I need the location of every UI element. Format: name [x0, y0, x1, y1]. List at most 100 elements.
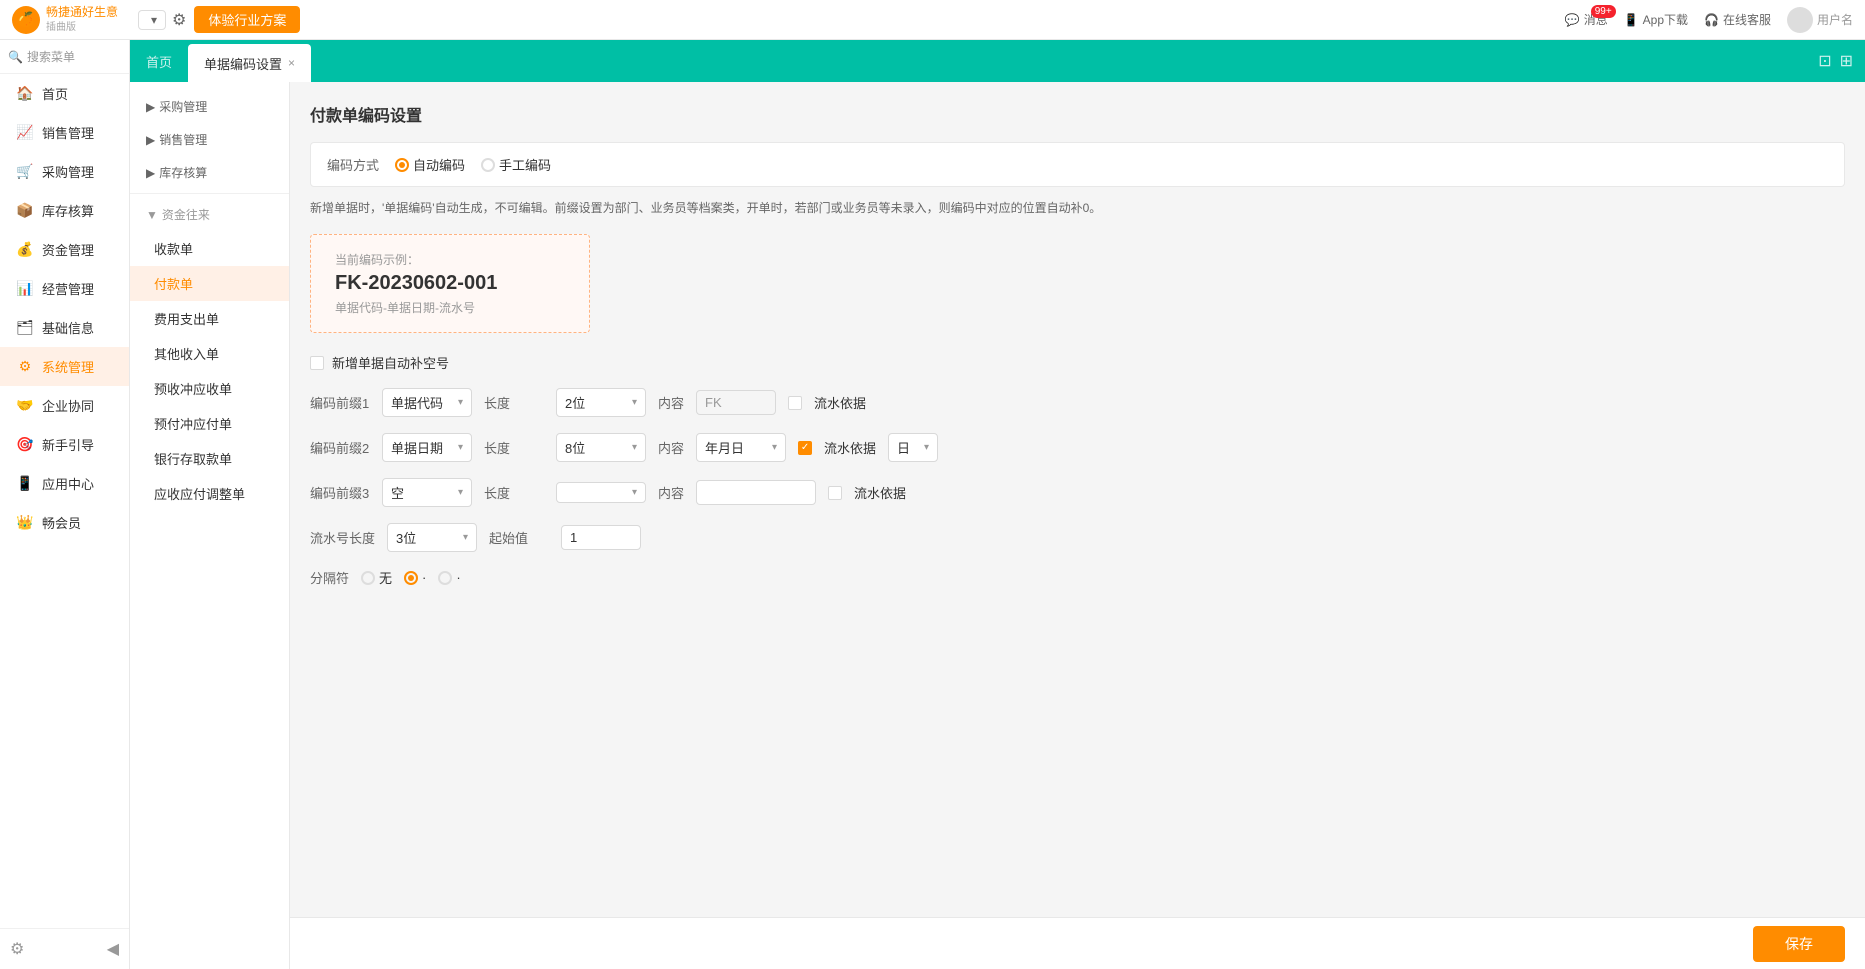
content1-input[interactable]	[696, 390, 776, 415]
serial1-checkbox[interactable]	[788, 396, 802, 410]
search-icon: 🔍	[8, 50, 23, 64]
auto-fill-label: 新增单据自动补空号	[332, 353, 449, 372]
sidebar-item-newguide[interactable]: 🎯 新手引导	[0, 425, 129, 464]
sidebar-item-appcenter[interactable]: 📱 应用中心	[0, 464, 129, 503]
menu-group-purchase-arrow: ▶	[146, 100, 155, 114]
tab-home[interactable]: 首页	[130, 40, 188, 82]
auto-fill-checkbox[interactable]	[310, 356, 324, 370]
length2-select[interactable]: 8位	[556, 433, 646, 462]
separator-label: 分隔符	[310, 568, 349, 587]
serial-length-select[interactable]: 3位	[387, 523, 477, 552]
topbar: 🍊 畅捷通好生意 插曲版 ▾ ⚙ 体验行业方案 💬 消息 99+ 📱 App下载…	[0, 0, 1865, 40]
sidebar-item-inventory[interactable]: 📦 库存核算	[0, 191, 129, 230]
content3-input[interactable]	[696, 480, 816, 505]
tab-encoding-settings[interactable]: 单据编码设置 ×	[188, 44, 311, 82]
menu-group-inventory[interactable]: ▶ 库存核算	[130, 156, 289, 189]
sidebar-item-basic[interactable]: 🗂 基础信息	[0, 308, 129, 347]
avatar-image	[1787, 7, 1813, 33]
sep-dot-circle	[404, 571, 418, 585]
second-menu: ▶ 采购管理 ▶ 销售管理 ▶ 库存核算 ▼ 资金往来 收款单	[130, 82, 290, 969]
menu-group-capital[interactable]: ▼ 资金往来	[130, 198, 289, 231]
menu-item-expense[interactable]: 费用支出单	[130, 301, 289, 336]
info-text: 新增单据时，'单据编码'自动生成，不可编辑。前缀设置为部门、业务员等档案类，开单…	[310, 199, 1845, 218]
sep-other-radio[interactable]: ·	[438, 570, 460, 585]
experience-button[interactable]: 体验行业方案	[194, 6, 300, 33]
sep-other-char: ·	[456, 570, 460, 585]
customer-service-item[interactable]: 🎧 在线客服	[1704, 11, 1771, 28]
prefix3-select[interactable]: 空	[382, 478, 472, 507]
menu-item-other-income[interactable]: 其他收入单	[130, 336, 289, 371]
topbar-logo: 🍊 畅捷通好生意 插曲版	[12, 5, 118, 34]
sep-dot-char: ·	[422, 570, 426, 585]
sidebar-item-enterprise[interactable]: 🤝 企业协同	[0, 386, 129, 425]
topbar-settings-icon[interactable]: ⚙	[172, 10, 186, 30]
manual-code-radio[interactable]: 手工编码	[481, 155, 551, 174]
sidebar-item-system[interactable]: ⚙ 系统管理	[0, 347, 129, 386]
home-icon: 🏠	[16, 85, 34, 103]
auto-code-radio[interactable]: 自动编码	[395, 155, 465, 174]
bottom-bar: 保存	[290, 917, 1865, 969]
appcenter-icon: 📱	[16, 475, 34, 493]
prefix1-label: 编码前缀1	[310, 393, 370, 412]
content1-label: 内容	[658, 393, 684, 412]
start-value-input[interactable]	[561, 525, 641, 550]
sidebar-item-home[interactable]: 🏠 首页	[0, 74, 129, 113]
length3-label: 长度	[484, 483, 544, 502]
sidebar-item-operations[interactable]: 📊 经营管理	[0, 269, 129, 308]
topbar-dropdown[interactable]: ▾	[138, 10, 166, 30]
save-button[interactable]: 保存	[1753, 926, 1845, 962]
sales-icon: 📈	[16, 124, 34, 142]
content-area: ▶ 采购管理 ▶ 销售管理 ▶ 库存核算 ▼ 资金往来 收款单	[130, 82, 1865, 969]
sidebar-item-sales[interactable]: 📈 销售管理	[0, 113, 129, 152]
encoding-radio-group: 自动编码 手工编码	[395, 155, 551, 174]
serial3-label: 流水依据	[854, 483, 906, 502]
prefix2-select[interactable]: 单据日期	[382, 433, 472, 462]
menu-group-sales[interactable]: ▶ 销售管理	[130, 123, 289, 156]
serial2-label: 流水依据	[824, 438, 876, 457]
app-download-item[interactable]: 📱 App下载	[1624, 11, 1688, 28]
sidebar-collapse-button[interactable]: ◀	[107, 939, 119, 959]
menu-group-purchase[interactable]: ▶ 采购管理	[130, 90, 289, 123]
prefix1-row: 编码前缀1 单据代码 长度 2位 内容 流水依据	[310, 388, 1845, 417]
serial2-period-select[interactable]: 日	[888, 433, 938, 462]
serial2-checkbox[interactable]: ✓	[798, 441, 812, 455]
newguide-icon: 🎯	[16, 436, 34, 454]
tab-action-minimize[interactable]: ⊡	[1818, 51, 1831, 71]
messages-icon: 💬	[1565, 13, 1580, 27]
code-preview: 当前编码示例： FK-20230602-001 单据代码-单据日期-流水号	[310, 234, 590, 333]
serial-number-row: 流水号长度 3位 起始值	[310, 523, 1845, 552]
prefix3-row: 编码前缀3 空 长度 内容 流水依据	[310, 478, 1845, 507]
content2-select[interactable]: 年月日	[696, 433, 786, 462]
serial3-checkbox[interactable]	[828, 486, 842, 500]
menu-item-payment[interactable]: 付款单	[130, 266, 289, 301]
content2-label: 内容	[658, 438, 684, 457]
customer-service-icon: 🎧	[1704, 13, 1719, 27]
serial-length-label: 流水号长度	[310, 528, 375, 547]
footer-settings-button[interactable]: ⚙	[10, 939, 24, 959]
menu-item-adjust[interactable]: 应收应付调整单	[130, 476, 289, 511]
messages-item[interactable]: 💬 消息 99+	[1565, 11, 1608, 28]
menu-group-capital-arrow: ▼	[146, 208, 158, 222]
logo-icon: 🍊	[12, 6, 40, 34]
tab-close-button[interactable]: ×	[288, 56, 295, 70]
menu-item-bank[interactable]: 银行存取款单	[130, 441, 289, 476]
length1-select[interactable]: 2位	[556, 388, 646, 417]
user-avatar[interactable]: 用户名	[1787, 7, 1853, 33]
sidebar-search[interactable]: 🔍 搜索菜单	[0, 40, 129, 74]
prefix1-select[interactable]: 单据代码	[382, 388, 472, 417]
sidebar-item-finance[interactable]: 💰 资金管理	[0, 230, 129, 269]
tab-action-maximize[interactable]: ⊞	[1840, 51, 1853, 71]
sidebar-item-member[interactable]: 👑 畅会员	[0, 503, 129, 542]
sep-dot-radio[interactable]: ·	[404, 570, 426, 585]
sep-none-radio[interactable]: 无	[361, 568, 392, 587]
menu-item-receipt[interactable]: 收款单	[130, 231, 289, 266]
sidebar: 🔍 搜索菜单 🏠 首页 📈 销售管理 🛒 采购管理 📦 库存核算 💰 资金管理 …	[0, 40, 130, 969]
length3-select[interactable]	[556, 482, 646, 503]
menu-item-prereceipt[interactable]: 预收冲应收单	[130, 371, 289, 406]
page-title: 付款单编码设置	[310, 102, 1845, 126]
enterprise-icon: 🤝	[16, 397, 34, 415]
app-download-icon: 📱	[1624, 13, 1639, 27]
sidebar-item-purchase[interactable]: 🛒 采购管理	[0, 152, 129, 191]
menu-item-prepayment[interactable]: 预付冲应付单	[130, 406, 289, 441]
topbar-left: 🍊 畅捷通好生意 插曲版 ▾ ⚙ 体验行业方案	[12, 5, 300, 34]
